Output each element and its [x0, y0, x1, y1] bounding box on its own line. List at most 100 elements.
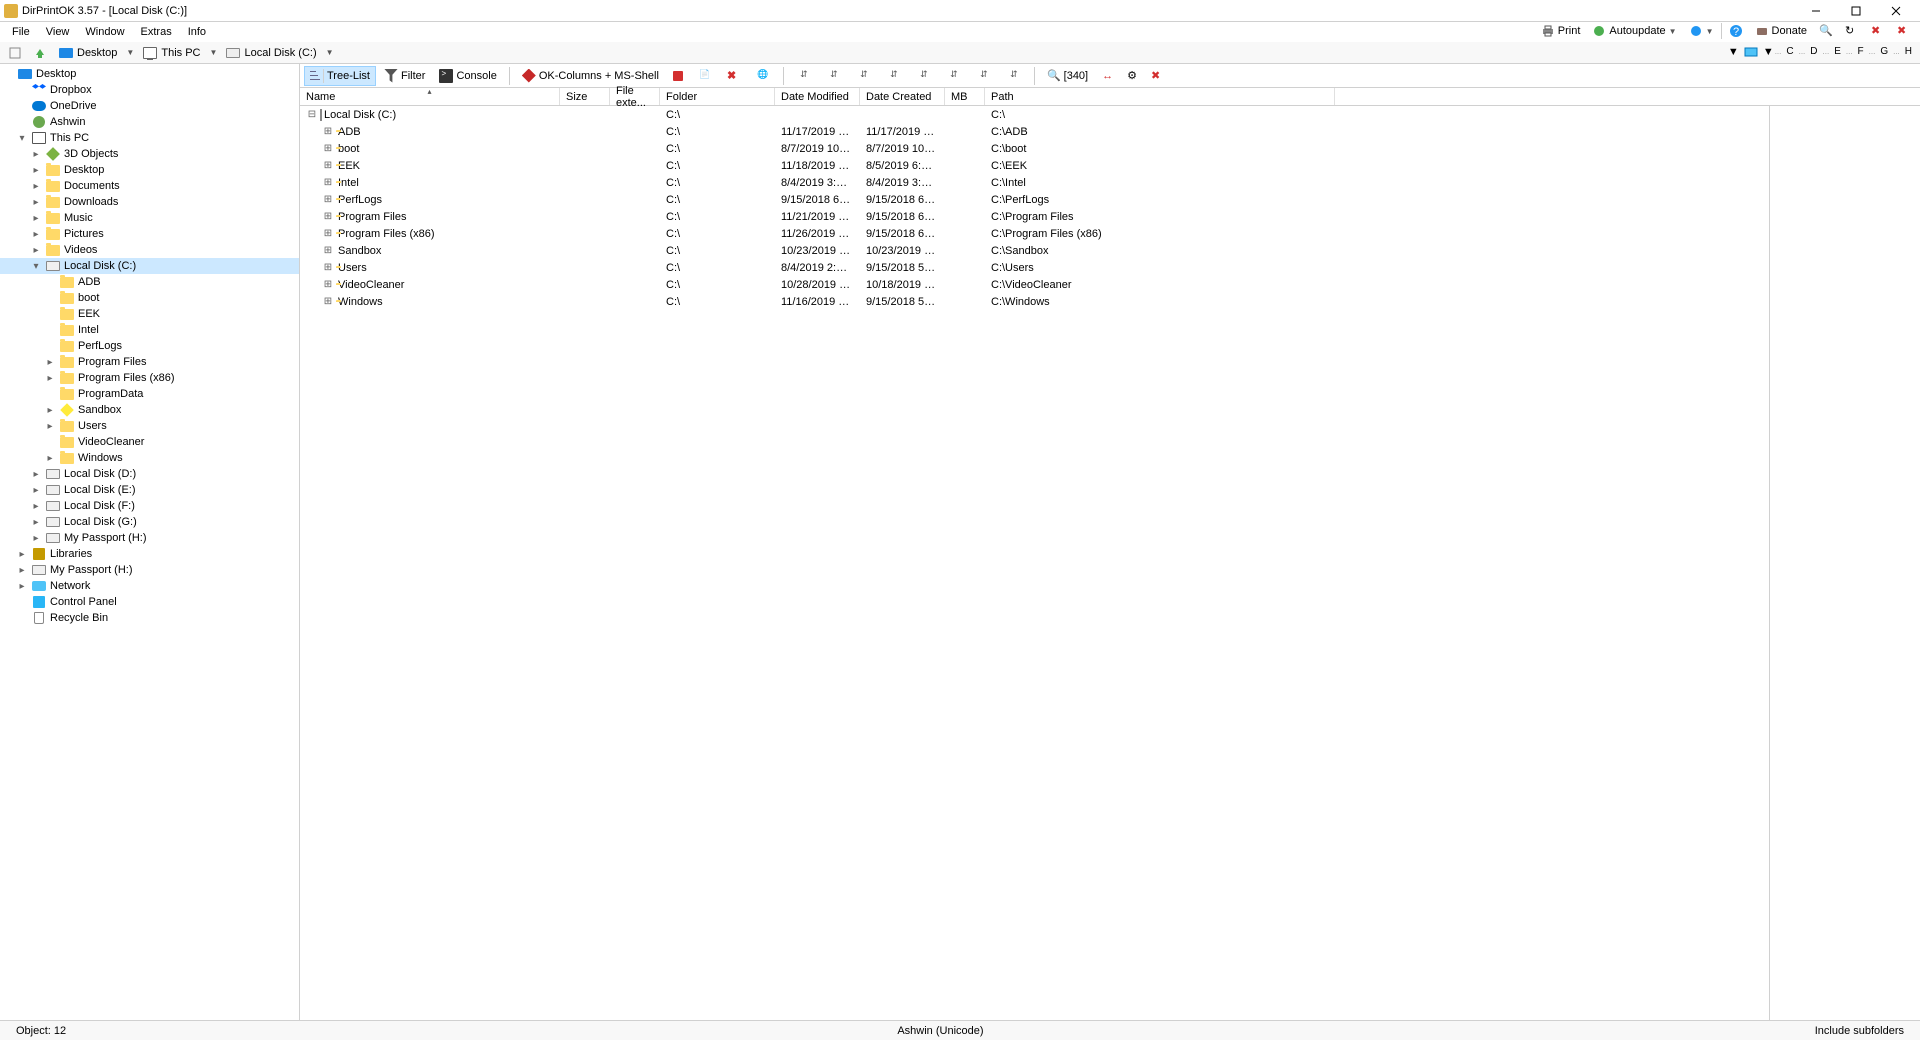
tree-item[interactable]: ▸Network: [0, 578, 299, 594]
tool-c[interactable]: ✖: [721, 66, 747, 86]
bc-thispc[interactable]: This PC: [138, 44, 205, 62]
drive-h[interactable]: H: [1901, 44, 1916, 59]
toolx1[interactable]: ⚙: [1121, 66, 1143, 85]
list-item[interactable]: ⊞EEKC:\11/18/2019 3:10:09...8/5/2019 6:0…: [300, 157, 1769, 174]
toolx2[interactable]: ✖: [1145, 66, 1166, 85]
sort4[interactable]: ⇵: [880, 66, 908, 86]
tree-item[interactable]: ▸Local Disk (G:): [0, 514, 299, 530]
print-button[interactable]: Print: [1536, 22, 1586, 40]
expand-icon[interactable]: ▸: [30, 165, 42, 176]
chevron-down-icon[interactable]: ▼: [325, 48, 335, 57]
nav-button[interactable]: [4, 44, 26, 62]
tool-button-4[interactable]: ✖: [1892, 22, 1916, 40]
tree-item[interactable]: VideoCleaner: [0, 434, 299, 450]
tool-button-1[interactable]: 🔍: [1814, 22, 1838, 40]
view-icon[interactable]: [1740, 45, 1762, 59]
list-item[interactable]: ⊞ADBC:\11/17/2019 2:35:45...11/17/2019 2…: [300, 123, 1769, 140]
tree-item[interactable]: ▸Program Files (x86): [0, 370, 299, 386]
tree-item[interactable]: ▸Documents: [0, 178, 299, 194]
console-button[interactable]: Console: [433, 66, 502, 86]
col-folder[interactable]: Folder: [660, 88, 775, 105]
tool-button-3[interactable]: ✖: [1866, 22, 1890, 40]
tree-item[interactable]: ▸Windows: [0, 450, 299, 466]
tree-item[interactable]: Control Panel: [0, 594, 299, 610]
tree-item[interactable]: ▸Sandbox: [0, 402, 299, 418]
expand-icon[interactable]: ▾: [30, 261, 42, 272]
expand-icon[interactable]: ▸: [30, 469, 42, 480]
close-button[interactable]: [1876, 1, 1916, 21]
expand-icon[interactable]: ⊞: [322, 126, 334, 137]
expand-icon[interactable]: ▸: [44, 453, 56, 464]
tree-item[interactable]: Dropbox: [0, 82, 299, 98]
expand-icon[interactable]: ⊞: [322, 228, 334, 239]
col-mb[interactable]: MB: [945, 88, 985, 105]
bc-desktop[interactable]: Desktop: [54, 44, 122, 62]
filter-button[interactable]: Filter: [378, 66, 431, 86]
tree-item[interactable]: ▸Music: [0, 210, 299, 226]
okcolumns-button[interactable]: OK-Columns + MS-Shell: [516, 66, 665, 86]
tree-item[interactable]: EEK: [0, 306, 299, 322]
list-item[interactable]: ⊟Local Disk (C:)C:\C:\: [300, 106, 1769, 123]
tool-a[interactable]: [667, 68, 689, 84]
expand-icon[interactable]: ▾: [16, 133, 28, 144]
menu-view[interactable]: View: [38, 24, 78, 40]
sort1[interactable]: ⇵: [790, 66, 818, 86]
fit-width[interactable]: ↔: [1096, 67, 1119, 85]
expand-icon[interactable]: ▸: [30, 181, 42, 192]
drive-c[interactable]: C: [1782, 44, 1797, 59]
tree-item[interactable]: Ashwin: [0, 114, 299, 130]
chevron-down-icon[interactable]: ▼: [1728, 46, 1739, 58]
sort7[interactable]: ⇵: [970, 66, 998, 86]
expand-icon[interactable]: ▸: [30, 197, 42, 208]
world-button[interactable]: ▼: [1684, 22, 1719, 40]
tree-item[interactable]: PerfLogs: [0, 338, 299, 354]
tree-item[interactable]: ▸Pictures: [0, 226, 299, 242]
expand-icon[interactable]: ▸: [30, 149, 42, 160]
expand-icon[interactable]: ▸: [30, 245, 42, 256]
expand-icon[interactable]: ⊞: [322, 262, 334, 273]
drive-f[interactable]: F: [1854, 44, 1868, 59]
bc-drive[interactable]: Local Disk (C:): [221, 44, 321, 62]
sort6[interactable]: ⇵: [940, 66, 968, 86]
tool-d[interactable]: 🌐: [749, 66, 777, 86]
expand-icon[interactable]: ▸: [16, 581, 28, 592]
tree-item[interactable]: Recycle Bin: [0, 610, 299, 626]
treelist-button[interactable]: Tree-List: [304, 66, 376, 86]
expand-icon[interactable]: ⊞: [322, 160, 334, 171]
expand-icon[interactable]: ▸: [16, 565, 28, 576]
tree-item[interactable]: ▾Local Disk (C:): [0, 258, 299, 274]
tree-item[interactable]: ProgramData: [0, 386, 299, 402]
expand-icon[interactable]: ⊟: [306, 109, 318, 120]
list-item[interactable]: ⊞bootC:\8/7/2019 10:01:24 ...8/7/2019 10…: [300, 140, 1769, 157]
sort3[interactable]: ⇵: [850, 66, 878, 86]
expand-icon[interactable]: ▸: [30, 229, 42, 240]
minimize-button[interactable]: [1796, 1, 1836, 21]
list-item[interactable]: ⊞WindowsC:\11/16/2019 1:43:43...9/15/201…: [300, 293, 1769, 310]
menu-file[interactable]: File: [4, 24, 38, 40]
col-ext[interactable]: File exte...: [610, 88, 660, 105]
expand-icon[interactable]: ⊞: [322, 211, 334, 222]
folder-tree[interactable]: DesktopDropboxOneDriveAshwin▾This PC▸3D …: [0, 64, 300, 1020]
tree-item[interactable]: ▸Local Disk (D:): [0, 466, 299, 482]
tree-item[interactable]: ▸Libraries: [0, 546, 299, 562]
sort5[interactable]: ⇵: [910, 66, 938, 86]
drive-g[interactable]: G: [1876, 44, 1892, 59]
tree-item[interactable]: ▸Users: [0, 418, 299, 434]
expand-icon[interactable]: ▸: [30, 517, 42, 528]
list-item[interactable]: ⊞UsersC:\8/4/2019 2:44:02 PM9/15/2018 5:…: [300, 259, 1769, 276]
expand-icon[interactable]: ⊞: [322, 143, 334, 154]
expand-icon[interactable]: ▸: [44, 405, 56, 416]
tree-item[interactable]: Intel: [0, 322, 299, 338]
sort8[interactable]: ⇵: [1000, 66, 1028, 86]
chevron-down-icon[interactable]: ▼: [125, 48, 135, 57]
expand-icon[interactable]: ⊞: [322, 177, 334, 188]
list-item[interactable]: ⊞PerfLogsC:\9/15/2018 6:33:50 ...9/15/20…: [300, 191, 1769, 208]
menu-extras[interactable]: Extras: [133, 24, 180, 40]
expand-icon[interactable]: ▸: [30, 501, 42, 512]
list-item[interactable]: ⊞Program FilesC:\11/21/2019 12:30:3...9/…: [300, 208, 1769, 225]
tool-button-2[interactable]: ↻: [1840, 22, 1864, 40]
tree-item[interactable]: OneDrive: [0, 98, 299, 114]
tree-item[interactable]: ▸Local Disk (E:): [0, 482, 299, 498]
col-name[interactable]: Name▴: [300, 88, 560, 105]
tree-item[interactable]: ▸3D Objects: [0, 146, 299, 162]
